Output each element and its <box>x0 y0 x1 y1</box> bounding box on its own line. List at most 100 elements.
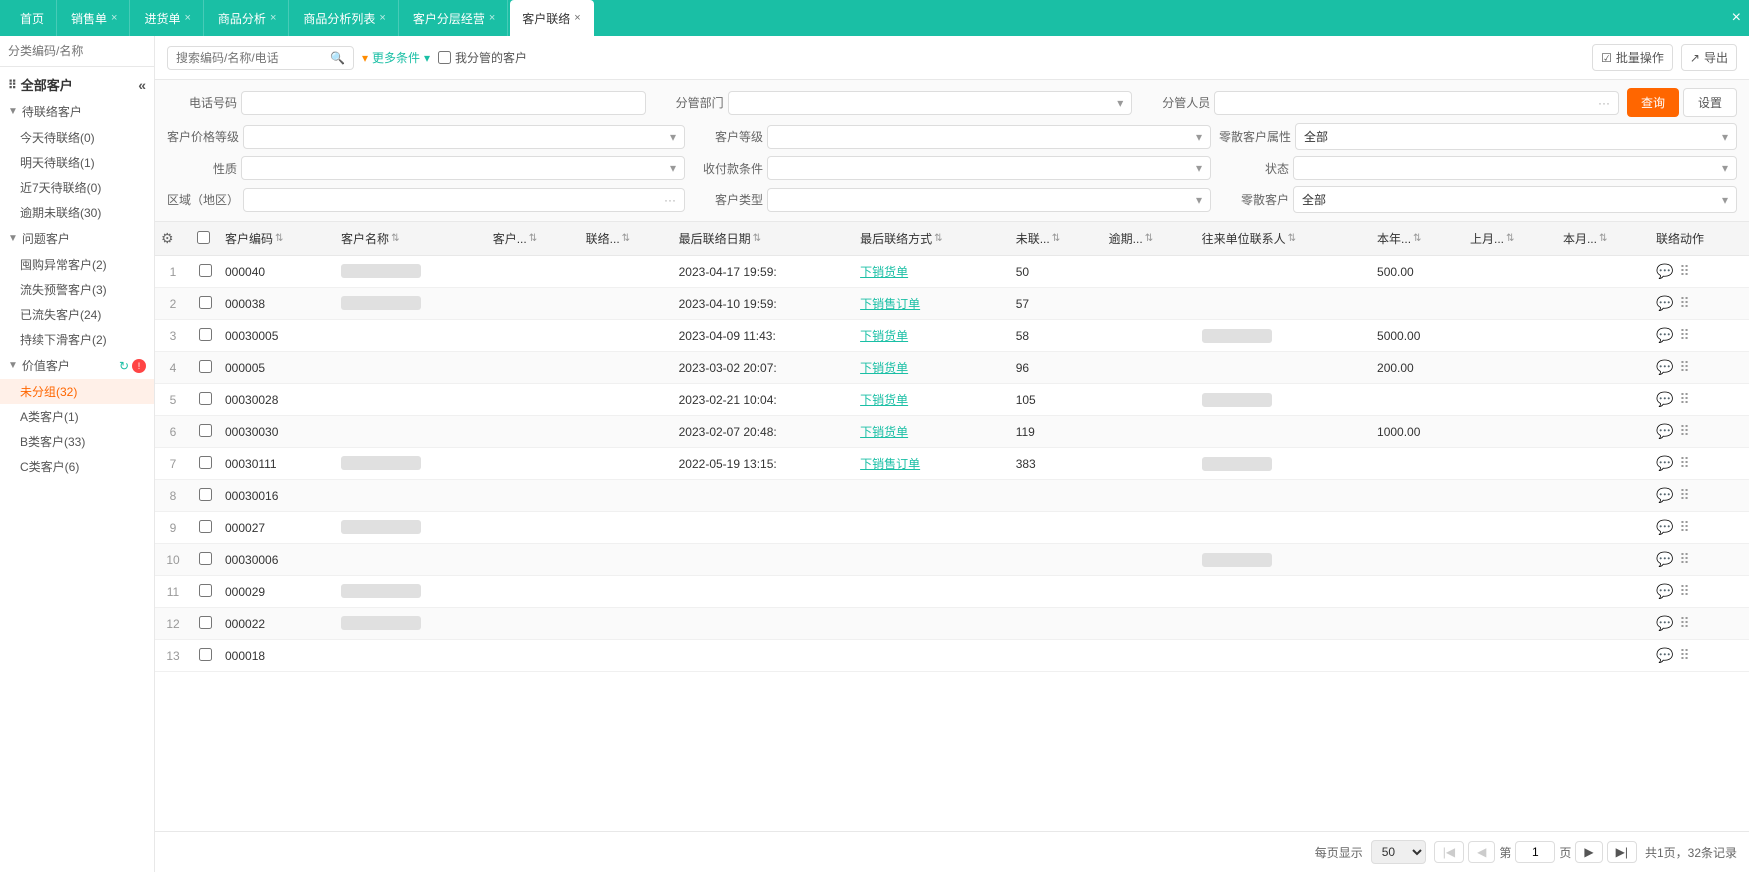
price-level-select[interactable]: ▾ <box>243 125 685 149</box>
tab-purchase[interactable]: 进货单 × <box>132 0 203 36</box>
my-customers-check[interactable] <box>438 51 451 64</box>
apps-icon[interactable]: ⠿ <box>1679 263 1689 280</box>
last-method-link[interactable]: 下销货单 <box>860 329 908 343</box>
region-select[interactable]: ··· <box>243 188 685 212</box>
phone-input[interactable] <box>241 91 646 115</box>
row-checkbox[interactable] <box>199 328 212 341</box>
sidebar-item-ungrouped[interactable]: 未分组(32) <box>0 379 154 404</box>
tab-customer-segment[interactable]: 客户分层经营 × <box>401 0 508 36</box>
page-number-input[interactable] <box>1515 841 1555 863</box>
sidebar-item-churned[interactable]: 已流失客户(24) <box>0 302 154 327</box>
per-page-select[interactable]: 50 100 200 <box>1371 840 1426 864</box>
last-method-link[interactable]: 下销售订单 <box>860 297 920 311</box>
customer-level-select[interactable]: ▾ <box>767 125 1211 149</box>
chat-icon[interactable]: 💬 <box>1656 327 1673 344</box>
main-search-input[interactable] <box>176 51 326 65</box>
last-method-link[interactable]: 下销货单 <box>860 265 908 279</box>
tab-sales-close[interactable]: × <box>111 12 117 24</box>
next-page-btn[interactable]: ▶ <box>1575 841 1602 863</box>
apps-icon[interactable]: ⠿ <box>1679 295 1689 312</box>
row-checkbox[interactable] <box>199 488 212 501</box>
row-checkbox[interactable] <box>199 456 212 469</box>
apps-icon[interactable]: ⠿ <box>1679 647 1689 664</box>
col-type-sort[interactable]: ⇅ <box>529 233 537 244</box>
col-contact-sort[interactable]: ⇅ <box>622 233 630 244</box>
customer-type-select[interactable]: ▾ <box>767 188 1211 212</box>
reset-btn[interactable]: 设置 <box>1683 88 1737 117</box>
apps-icon[interactable]: ⠿ <box>1679 615 1689 632</box>
my-customers-checkbox[interactable]: 我分管的客户 <box>438 49 527 66</box>
chat-icon[interactable]: 💬 <box>1656 615 1673 632</box>
apps-icon[interactable]: ⠿ <box>1679 583 1689 600</box>
main-search-icon[interactable]: 🔍 <box>330 51 345 65</box>
last-page-btn[interactable]: ▶| <box>1607 841 1637 863</box>
apps-icon[interactable]: ⠿ <box>1679 487 1689 504</box>
sidebar-item-hoarding[interactable]: 囤购异常客户(2) <box>0 252 154 277</box>
nature-select[interactable]: ▾ <box>241 156 685 180</box>
more-conditions-btn[interactable]: ▾ 更多条件 ▾ <box>362 49 430 66</box>
batch-btn[interactable]: ☑ 批量操作 <box>1592 44 1673 71</box>
row-checkbox[interactable] <box>199 360 212 373</box>
last-method-link[interactable]: 下销售订单 <box>860 457 920 471</box>
sidebar-item-7days[interactable]: 近7天待联络(0) <box>0 175 154 200</box>
sidebar-item-declining[interactable]: 持续下滑客户(2) <box>0 327 154 352</box>
chat-icon[interactable]: 💬 <box>1656 551 1673 568</box>
chat-icon[interactable]: 💬 <box>1656 295 1673 312</box>
select-all-checkbox[interactable] <box>197 231 210 244</box>
row-checkbox[interactable] <box>199 296 212 309</box>
tab-home[interactable]: 首页 <box>8 0 57 36</box>
manager-more[interactable]: ··· <box>1598 96 1610 110</box>
row-checkbox[interactable] <box>199 424 212 437</box>
col-code-sort[interactable]: ⇅ <box>275 233 283 244</box>
region-more[interactable]: ··· <box>664 193 676 207</box>
row-checkbox[interactable] <box>199 392 212 405</box>
col-name-sort[interactable]: ⇅ <box>391 233 399 244</box>
sidebar-item-tomorrow[interactable]: 明天待联络(1) <box>0 150 154 175</box>
settings-icon[interactable]: ⚙ <box>161 230 174 246</box>
col-last-date-sort[interactable]: ⇅ <box>753 233 761 244</box>
apps-icon[interactable]: ⠿ <box>1679 391 1689 408</box>
window-close[interactable]: × <box>1732 9 1741 27</box>
apps-icon[interactable]: ⠿ <box>1679 519 1689 536</box>
row-checkbox[interactable] <box>199 648 212 661</box>
manager-select[interactable]: ··· <box>1214 91 1619 115</box>
export-btn[interactable]: ↗ 导出 <box>1681 44 1737 71</box>
sidebar-item-class-c[interactable]: C类客户(6) <box>0 454 154 479</box>
chat-icon[interactable]: 💬 <box>1656 391 1673 408</box>
sidebar-search-input[interactable] <box>8 44 155 58</box>
sidebar-item-class-a[interactable]: A类客户(1) <box>0 404 154 429</box>
prev-page-btn[interactable]: ◀ <box>1468 841 1495 863</box>
tab-product-analysis[interactable]: 商品分析 × <box>206 0 289 36</box>
chat-icon[interactable]: 💬 <box>1656 423 1673 440</box>
status-select[interactable]: ▾ <box>1293 156 1737 180</box>
col-this-month-sort[interactable]: ⇅ <box>1599 233 1607 244</box>
col-contact-person-sort[interactable]: ⇅ <box>1288 233 1296 244</box>
sidebar-item-class-b[interactable]: B类客户(33) <box>0 429 154 454</box>
sidebar-item-overdue[interactable]: 逾期未联络(30) <box>0 200 154 225</box>
chat-icon[interactable]: 💬 <box>1656 647 1673 664</box>
chat-icon[interactable]: 💬 <box>1656 519 1673 536</box>
sidebar-item-today[interactable]: 今天待联络(0) <box>0 125 154 150</box>
row-checkbox[interactable] <box>199 584 212 597</box>
retail-customer-select[interactable]: 全部 ▾ <box>1293 186 1737 213</box>
group-pending-contact[interactable]: ▼ 待联络客户 <box>0 98 154 125</box>
apps-icon[interactable]: ⠿ <box>1679 551 1689 568</box>
chat-icon[interactable]: 💬 <box>1656 455 1673 472</box>
col-last-method-sort[interactable]: ⇅ <box>934 233 942 244</box>
tab-product-list[interactable]: 商品分析列表 × <box>291 0 398 36</box>
col-no-contact-sort[interactable]: ⇅ <box>1052 233 1060 244</box>
payment-select[interactable]: ▾ <box>767 156 1211 180</box>
group-value[interactable]: ▼ 价值客户 ↻ ! <box>0 352 154 379</box>
group-problem[interactable]: ▼ 问题客户 <box>0 225 154 252</box>
chat-icon[interactable]: 💬 <box>1656 263 1673 280</box>
col-overdue-sort[interactable]: ⇅ <box>1145 233 1153 244</box>
apps-icon[interactable]: ⠿ <box>1679 423 1689 440</box>
col-this-year-sort[interactable]: ⇅ <box>1413 233 1421 244</box>
tab-customer-segment-close[interactable]: × <box>489 12 495 24</box>
row-checkbox[interactable] <box>199 264 212 277</box>
apps-icon[interactable]: ⠿ <box>1679 455 1689 472</box>
dept-select[interactable]: ▾ <box>728 91 1133 115</box>
last-method-link[interactable]: 下销货单 <box>860 425 908 439</box>
last-method-link[interactable]: 下销货单 <box>860 361 908 375</box>
row-checkbox[interactable] <box>199 520 212 533</box>
